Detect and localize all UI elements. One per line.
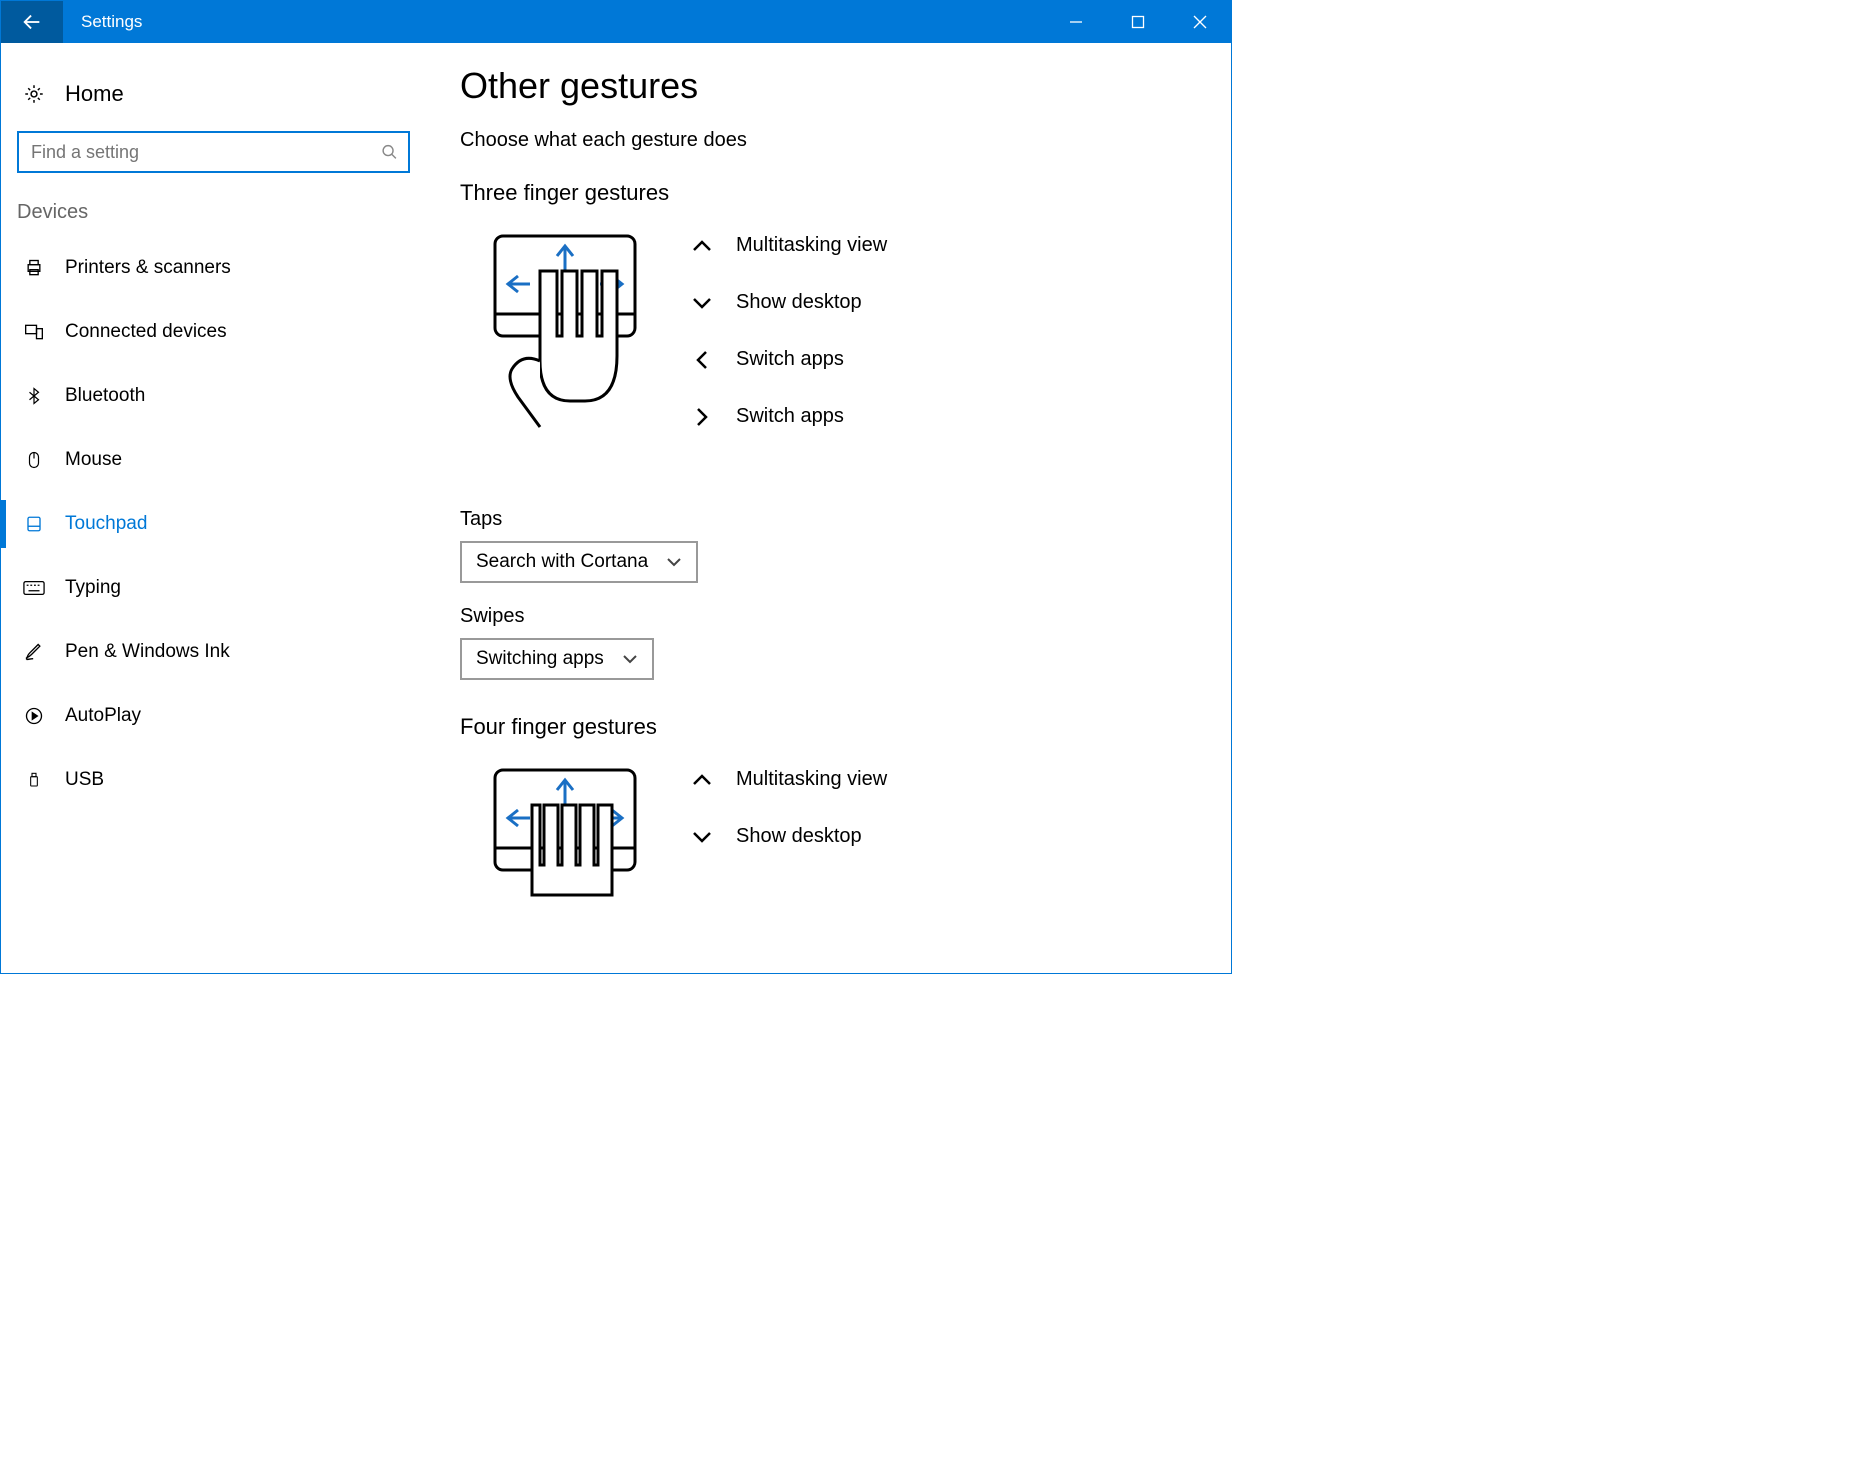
back-button[interactable] — [1, 1, 63, 43]
sidebar-item-usb[interactable]: USB — [17, 748, 410, 812]
sidebar-item-connected-devices[interactable]: Connected devices — [17, 300, 410, 364]
sidebar: Home Devices Printers & scanners Connect… — [1, 43, 426, 973]
devices-icon — [23, 322, 45, 342]
sidebar-item-typing[interactable]: Typing — [17, 556, 410, 620]
three-finger-illustration — [460, 226, 650, 486]
search-box[interactable] — [17, 131, 410, 173]
swipes-dropdown[interactable]: Switching apps — [460, 638, 654, 680]
four-finger-illustration — [460, 760, 650, 920]
search-input[interactable] — [31, 142, 370, 163]
gesture-down-label: Show desktop — [736, 825, 862, 848]
maximize-icon — [1131, 15, 1145, 29]
maximize-button[interactable] — [1107, 1, 1169, 43]
swipes-dropdown-value: Switching apps — [476, 648, 604, 670]
sidebar-item-label: Printers & scanners — [65, 257, 231, 279]
minimize-icon — [1069, 15, 1083, 29]
keyboard-icon — [23, 580, 45, 596]
sidebar-item-label: Connected devices — [65, 321, 227, 343]
usb-icon — [23, 769, 45, 791]
window-controls — [1045, 1, 1231, 43]
gesture-up-label: Multitasking view — [736, 234, 887, 257]
gesture-up: Multitasking view — [690, 234, 887, 257]
chevron-up-icon — [690, 773, 714, 787]
gesture-left-label: Switch apps — [736, 348, 844, 371]
gear-icon — [23, 83, 45, 105]
sidebar-item-bluetooth[interactable]: Bluetooth — [17, 364, 410, 428]
four-finger-heading: Four finger gestures — [460, 714, 1191, 740]
content[interactable]: Other gestures Choose what each gesture … — [426, 43, 1231, 973]
touchpad-icon — [23, 514, 45, 534]
sidebar-item-label: USB — [65, 769, 104, 791]
window-title: Settings — [63, 1, 142, 43]
sidebar-item-label: Bluetooth — [65, 385, 145, 407]
sidebar-item-label: Pen & Windows Ink — [65, 641, 230, 663]
sidebar-item-pen[interactable]: Pen & Windows Ink — [17, 620, 410, 684]
close-button[interactable] — [1169, 1, 1231, 43]
page-subtitle: Choose what each gesture does — [460, 129, 1191, 152]
page-title: Other gestures — [460, 65, 1191, 107]
taps-label: Taps — [460, 508, 1191, 531]
chevron-down-icon — [690, 830, 714, 844]
gesture-left: Switch apps — [690, 348, 887, 371]
taps-dropdown-value: Search with Cortana — [476, 551, 648, 573]
gesture-right-label: Switch apps — [736, 405, 844, 428]
sidebar-item-label: Typing — [65, 577, 121, 599]
chevron-up-icon — [690, 239, 714, 253]
autoplay-icon — [23, 706, 45, 726]
sidebar-item-printers[interactable]: Printers & scanners — [17, 236, 410, 300]
sidebar-category: Devices — [17, 197, 410, 236]
close-icon — [1193, 15, 1207, 29]
sidebar-item-label: AutoPlay — [65, 705, 141, 727]
printer-icon — [23, 258, 45, 278]
gesture-up-label: Multitasking view — [736, 768, 887, 791]
gesture-down-label: Show desktop — [736, 291, 862, 314]
minimize-button[interactable] — [1045, 1, 1107, 43]
gesture-right: Switch apps — [690, 405, 887, 428]
pen-icon — [23, 642, 45, 662]
gesture-down: Show desktop — [690, 825, 887, 848]
sidebar-nav: Printers & scanners Connected devices Bl… — [17, 236, 410, 812]
four-finger-row: Multitasking view Show desktop — [460, 760, 1191, 920]
arrow-left-icon — [21, 11, 43, 33]
gesture-up: Multitasking view — [690, 768, 887, 791]
gesture-down: Show desktop — [690, 291, 887, 314]
sidebar-item-touchpad[interactable]: Touchpad — [17, 492, 410, 556]
bluetooth-icon — [23, 386, 45, 406]
chevron-left-icon — [690, 350, 714, 370]
taps-dropdown[interactable]: Search with Cortana — [460, 541, 698, 583]
home-label: Home — [65, 81, 124, 107]
sidebar-item-label: Mouse — [65, 449, 122, 471]
sidebar-item-mouse[interactable]: Mouse — [17, 428, 410, 492]
three-finger-heading: Three finger gestures — [460, 180, 1191, 206]
sidebar-item-autoplay[interactable]: AutoPlay — [17, 684, 410, 748]
home-button[interactable]: Home — [17, 71, 410, 125]
chevron-down-icon — [690, 296, 714, 310]
titlebar: Settings — [1, 1, 1231, 43]
settings-window: Settings Home — [0, 0, 1232, 974]
mouse-icon — [23, 449, 45, 471]
search-icon — [381, 144, 398, 161]
chevron-down-icon — [666, 556, 682, 568]
swipes-label: Swipes — [460, 605, 1191, 628]
three-finger-row: Multitasking view Show desktop Switch ap… — [460, 226, 1191, 486]
chevron-down-icon — [622, 653, 638, 665]
chevron-right-icon — [690, 407, 714, 427]
sidebar-item-label: Touchpad — [65, 513, 147, 535]
